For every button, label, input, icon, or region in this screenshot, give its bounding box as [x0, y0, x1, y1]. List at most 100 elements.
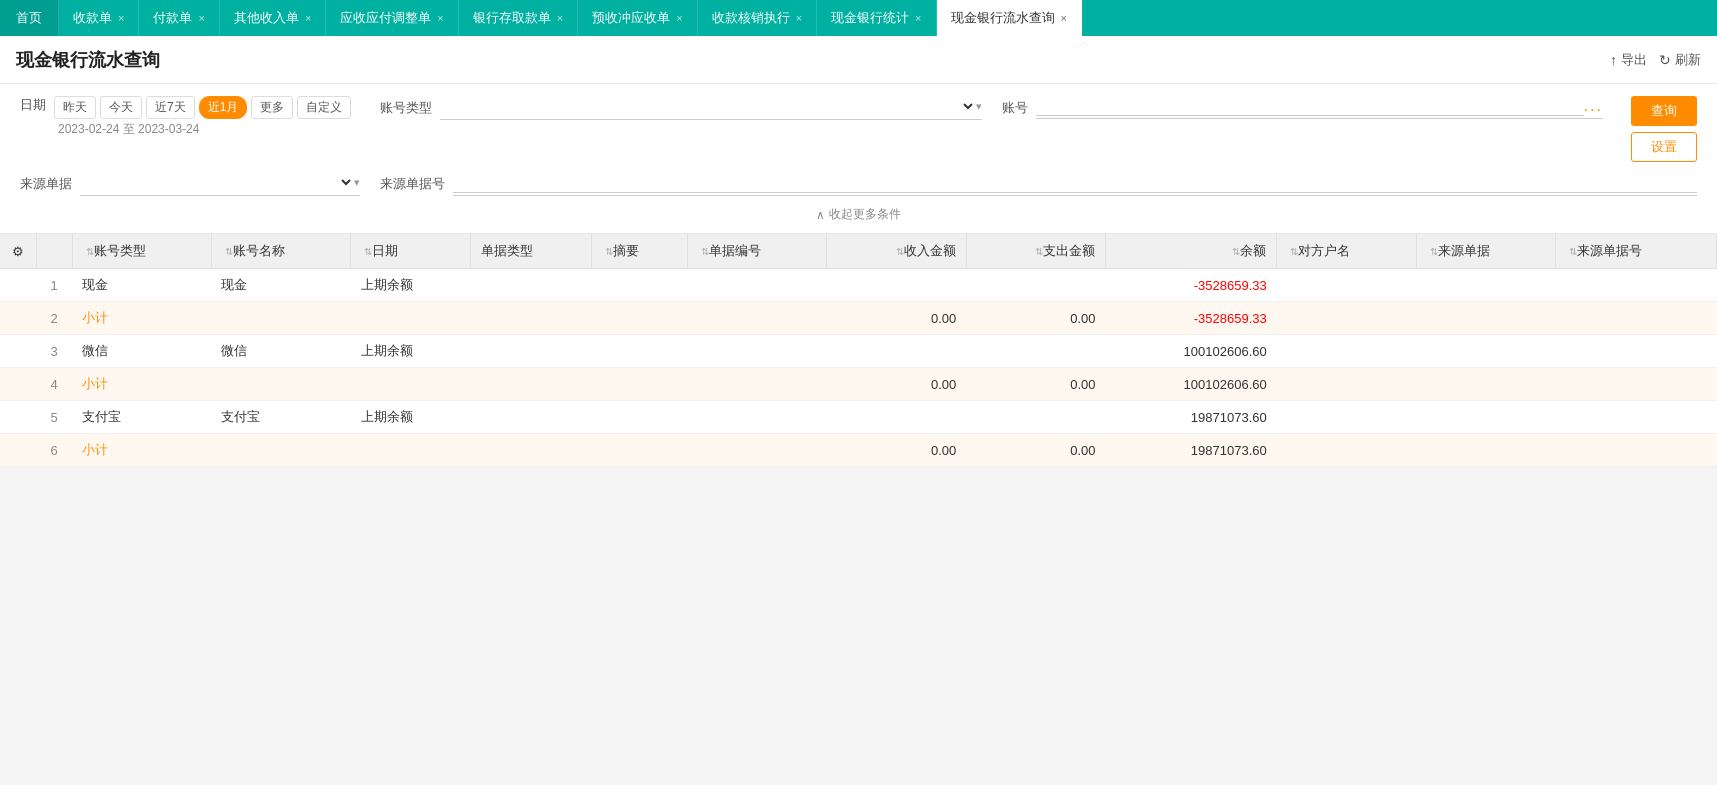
source-doc-no-input[interactable]: [453, 173, 1697, 193]
nav-tab-verify[interactable]: 收款核销执行 ×: [698, 0, 817, 36]
row-date: [351, 434, 470, 467]
row-counterpart: [1277, 434, 1416, 467]
row-account-name: [211, 434, 350, 467]
row-doc-type: [470, 335, 591, 368]
row-account-name: [211, 368, 350, 401]
row-counterpart: [1277, 368, 1416, 401]
nav-tab-payment[interactable]: 付款单 ×: [139, 0, 219, 36]
col-balance-header[interactable]: ⇅余额: [1106, 234, 1277, 269]
table-row: 1现金现金上期余额-3528659.33: [0, 269, 1717, 302]
close-icon[interactable]: ×: [198, 12, 204, 24]
col-source-doc-header[interactable]: ⇅来源单据: [1416, 234, 1555, 269]
nav-label: 应收应付调整单: [340, 9, 431, 27]
table-row: 6小计0.000.0019871073.60: [0, 434, 1717, 467]
date-btn-7days[interactable]: 近7天: [146, 96, 195, 119]
page-header: 现金银行流水查询 ↑ 导出 ↻ 刷新: [0, 36, 1717, 84]
header-actions: ↑ 导出 ↻ 刷新: [1610, 51, 1701, 69]
sort-icon: ⇅: [896, 246, 904, 257]
row-source-doc-no: [1555, 434, 1716, 467]
collapse-bar[interactable]: ∧ 收起更多条件: [20, 202, 1697, 225]
gear-icon: ⚙: [12, 244, 24, 259]
row-account-name: 微信: [211, 335, 350, 368]
sort-icon: ⇅: [1430, 246, 1438, 257]
source-doc-select[interactable]: [80, 172, 354, 193]
row-counterpart: [1277, 335, 1416, 368]
row-summary: [591, 269, 687, 302]
row-date: 上期余额: [351, 401, 470, 434]
close-icon[interactable]: ×: [437, 12, 443, 24]
nav-label: 银行存取款单: [473, 9, 551, 27]
account-type-label: 账号类型: [380, 99, 432, 117]
row-gear: [0, 401, 36, 434]
row-source-doc: [1416, 434, 1555, 467]
page-title: 现金银行流水查询: [16, 48, 160, 72]
col-summary-header[interactable]: ⇅摘要: [591, 234, 687, 269]
date-btn-more[interactable]: 更多: [251, 96, 293, 119]
date-btn-custom[interactable]: 自定义: [297, 96, 351, 119]
col-account-type-header[interactable]: ⇅账号类型: [72, 234, 211, 269]
row-balance: 100102606.60: [1106, 368, 1277, 401]
row-balance: -3528659.33: [1106, 302, 1277, 335]
col-source-doc-no-header[interactable]: ⇅来源单据号: [1555, 234, 1716, 269]
row-doc-type: [470, 302, 591, 335]
col-income-header[interactable]: ⇅收入金额: [827, 234, 966, 269]
nav-tab-other-income[interactable]: 其他收入单 ×: [220, 0, 326, 36]
close-icon[interactable]: ×: [1061, 12, 1067, 24]
date-btn-yesterday[interactable]: 昨天: [54, 96, 96, 119]
data-table-container: ⚙ ⇅账号类型 ⇅账号名称 ⇅日期 单据类型 ⇅摘要 ⇅单据编号: [0, 234, 1717, 467]
row-source-doc-no: [1555, 401, 1716, 434]
sort-icon: ⇅: [1569, 246, 1577, 257]
table-row: 2小计0.000.00-3528659.33: [0, 302, 1717, 335]
col-account-name-header[interactable]: ⇅账号名称: [211, 234, 350, 269]
row-counterpart: [1277, 401, 1416, 434]
date-btn-today[interactable]: 今天: [100, 96, 142, 119]
nav-tab-adjustment[interactable]: 应收应付调整单 ×: [326, 0, 458, 36]
account-dots-button[interactable]: ...: [1584, 97, 1603, 115]
col-counterpart-header[interactable]: ⇅对方户名: [1277, 234, 1416, 269]
account-input[interactable]: [1036, 96, 1584, 116]
nav-tab-bank-flow[interactable]: 现金银行流水查询 ×: [937, 0, 1082, 36]
close-icon[interactable]: ×: [557, 12, 563, 24]
nav-tab-home[interactable]: 首页: [0, 0, 59, 36]
row-counterpart: [1277, 302, 1416, 335]
close-icon[interactable]: ×: [118, 12, 124, 24]
row-source-doc: [1416, 302, 1555, 335]
col-date-header[interactable]: ⇅日期: [351, 234, 470, 269]
row-source-doc: [1416, 335, 1555, 368]
sort-icon: ⇅: [1290, 246, 1298, 257]
settings-button[interactable]: 设置: [1631, 132, 1697, 162]
row-income: 0.00: [827, 302, 966, 335]
col-gear-header[interactable]: ⚙: [0, 234, 36, 269]
date-btn-1month[interactable]: 近1月: [199, 96, 248, 119]
close-icon[interactable]: ×: [796, 12, 802, 24]
row-doc-type: [470, 434, 591, 467]
close-icon[interactable]: ×: [676, 12, 682, 24]
row-num: 6: [36, 434, 72, 467]
export-button[interactable]: ↑ 导出: [1610, 51, 1647, 69]
col-doc-type-header[interactable]: 单据类型: [470, 234, 591, 269]
nav-tab-bank-stats[interactable]: 现金银行统计 ×: [817, 0, 936, 36]
row-balance: -3528659.33: [1106, 269, 1277, 302]
account-type-select[interactable]: 现金 微信 支付宝: [440, 96, 976, 117]
query-button[interactable]: 查询: [1631, 96, 1697, 126]
row-source-doc: [1416, 401, 1555, 434]
table-body: 1现金现金上期余额-3528659.332小计0.000.00-3528659.…: [0, 269, 1717, 467]
sort-icon: ⇅: [1035, 246, 1043, 257]
close-icon[interactable]: ×: [305, 12, 311, 24]
row-expense: [966, 269, 1105, 302]
row-doc-no: [688, 302, 827, 335]
col-expense-header[interactable]: ⇅支出金额: [966, 234, 1105, 269]
top-navigation: 首页 收款单 × 付款单 × 其他收入单 × 应收应付调整单 × 银行存取款单 …: [0, 0, 1717, 36]
nav-tab-receipt[interactable]: 收款单 ×: [59, 0, 139, 36]
date-range-display: 2023-02-24 至 2023-03-24: [58, 121, 351, 138]
nav-tab-bank-deposit[interactable]: 银行存取款单 ×: [459, 0, 578, 36]
row-account-name: 现金: [211, 269, 350, 302]
row-doc-type: [470, 401, 591, 434]
row-account-type: 支付宝: [72, 401, 211, 434]
row-account-type: 现金: [72, 269, 211, 302]
close-icon[interactable]: ×: [915, 12, 921, 24]
row-expense: [966, 401, 1105, 434]
nav-tab-prepayment[interactable]: 预收冲应收单 ×: [578, 0, 697, 36]
refresh-button[interactable]: ↻ 刷新: [1659, 51, 1701, 69]
col-doc-no-header[interactable]: ⇅单据编号: [688, 234, 827, 269]
